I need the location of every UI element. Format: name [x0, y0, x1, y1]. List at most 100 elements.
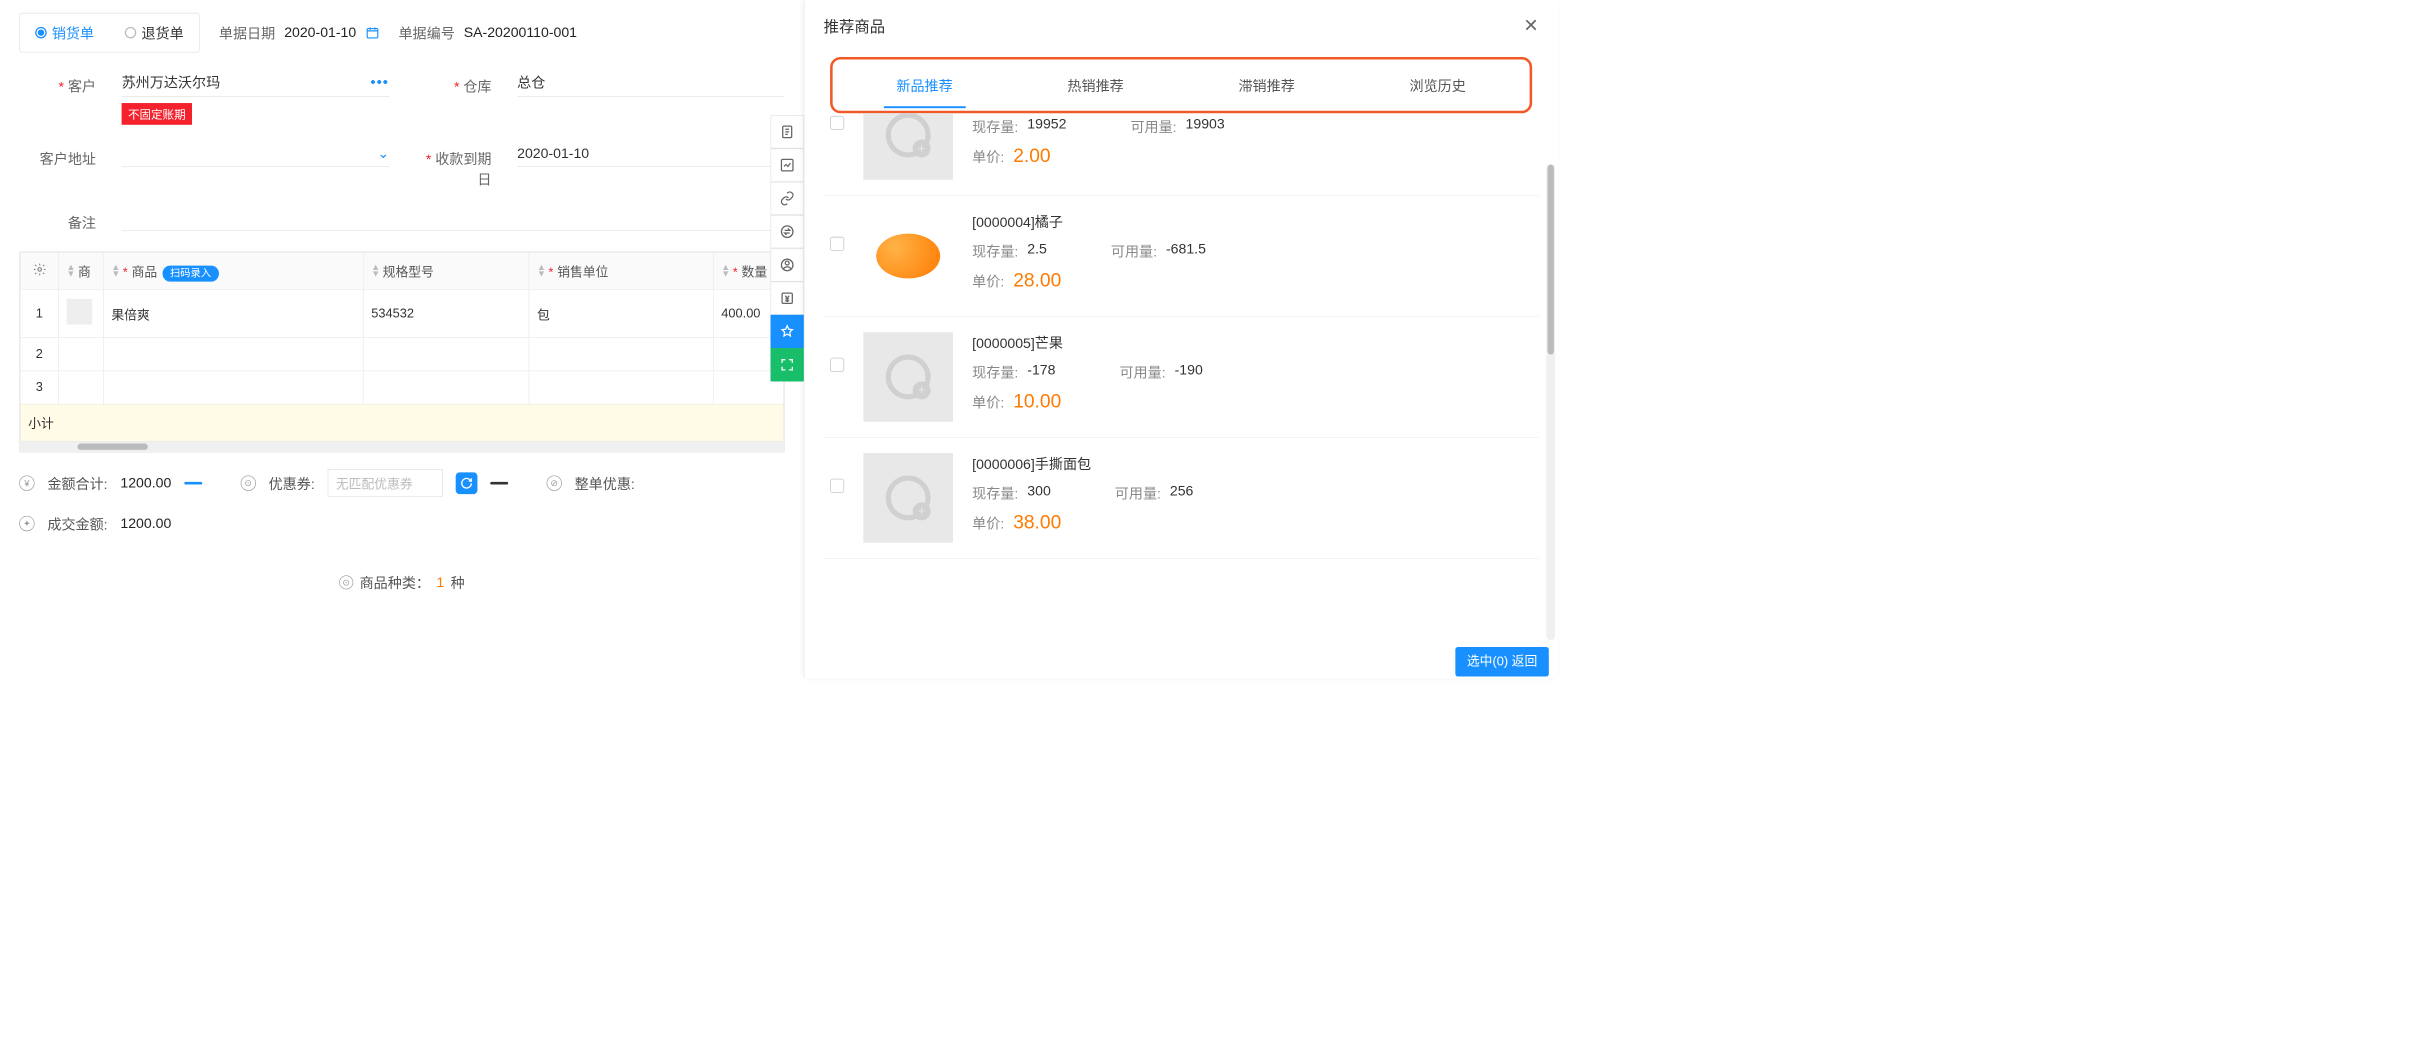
avail-value: 256	[1170, 483, 1194, 503]
side-btn-person[interactable]	[771, 248, 804, 281]
row-product[interactable]	[103, 371, 363, 404]
select-return-button[interactable]: 选中(0) 返回	[1455, 647, 1548, 676]
radio-icon	[125, 27, 137, 39]
recommend-tab[interactable]: 浏览历史	[1384, 63, 1492, 107]
side-btn-expand[interactable]	[771, 348, 804, 381]
row-index: 1	[20, 290, 58, 338]
due-date-field[interactable]: 2020-01-10	[517, 144, 785, 167]
avail-value: 19903	[1186, 116, 1225, 136]
stock-value: -178	[1027, 362, 1055, 382]
customer-label: *客户	[19, 72, 96, 96]
row-unit[interactable]	[529, 338, 713, 371]
recommend-tab[interactable]: 滞销推荐	[1213, 63, 1321, 107]
item-checkbox[interactable]	[830, 116, 844, 130]
recommend-tabs: 新品推荐 热销推荐 滞销推荐 浏览历史	[830, 57, 1532, 113]
calendar-icon[interactable]	[365, 26, 379, 40]
refresh-button[interactable]	[456, 472, 478, 494]
customer-field[interactable]: 苏州万达沃尔玛 •••	[122, 72, 390, 97]
tab-sales-order[interactable]: 销货单	[20, 13, 110, 51]
avail-label: 可用量:	[1119, 362, 1165, 382]
vertical-scrollbar[interactable]	[1546, 164, 1555, 640]
row-spec[interactable]: 534532	[363, 290, 529, 338]
chevron-down-icon[interactable]: ⌄	[377, 145, 389, 162]
final-amount-value: 1200.00	[120, 515, 171, 532]
tab-return-order[interactable]: 退货单	[109, 13, 199, 51]
horizontal-scrollbar[interactable]	[20, 442, 784, 452]
coupon-label: 优惠券:	[269, 473, 315, 493]
price-label: 单价:	[972, 271, 1004, 291]
stock-label: 现存量:	[972, 241, 1018, 261]
col-product[interactable]: ▲▼*商品扫码录入	[103, 252, 363, 289]
label: 单据日期	[219, 22, 275, 42]
item-image	[863, 332, 953, 422]
product-count-footer: ⊙ 商品种类： 1 种	[19, 572, 784, 592]
panel-title: 推荐商品	[824, 14, 885, 36]
side-toolbar	[771, 115, 804, 381]
col-spec[interactable]: ▲▼规格型号	[363, 252, 529, 289]
radio-icon	[35, 27, 47, 39]
avail-label: 可用量:	[1111, 241, 1157, 261]
account-period-badge: 不固定账期	[122, 103, 192, 125]
col-image[interactable]: ▲▼商	[59, 252, 104, 289]
avail-value: -681.5	[1166, 241, 1206, 261]
row-unit[interactable]	[529, 371, 713, 404]
side-btn-star[interactable]	[771, 315, 804, 348]
recommend-item: [0000006]手撕面包现存量:300可用量:256单价:38.00	[824, 438, 1539, 559]
subtotal-row: 小计	[20, 404, 784, 441]
stock-label: 现存量:	[972, 116, 1018, 136]
order-discount-label: 整单优惠:	[575, 473, 635, 493]
deal-icon: ✦	[19, 516, 34, 531]
scan-input-button[interactable]: 扫码录入	[162, 266, 218, 282]
table-row[interactable]: 1果倍爽534532包400.00	[20, 290, 784, 338]
table-row[interactable]: 3	[20, 371, 784, 404]
warehouse-field[interactable]: 总仓	[517, 72, 785, 97]
side-btn-link[interactable]	[771, 182, 804, 215]
table-row[interactable]: 2	[20, 338, 784, 371]
price-label: 单价:	[972, 146, 1004, 166]
recommend-tab[interactable]: 新品推荐	[871, 63, 979, 107]
row-spec[interactable]	[363, 371, 529, 404]
remark-field[interactable]	[122, 208, 785, 231]
col-unit[interactable]: ▲▼*销售单位	[529, 252, 713, 289]
item-checkbox[interactable]	[830, 358, 844, 372]
discount-icon: ⊘	[546, 475, 561, 490]
more-icon[interactable]: •••	[370, 74, 389, 91]
side-btn-currency[interactable]	[771, 282, 804, 315]
address-field[interactable]: ⌄	[122, 144, 390, 167]
recommend-tab[interactable]: 热销推荐	[1042, 63, 1150, 107]
col-settings[interactable]	[20, 252, 58, 289]
side-btn-chart[interactable]	[771, 148, 804, 181]
side-btn-doc[interactable]	[771, 115, 804, 148]
row-product[interactable]	[103, 338, 363, 371]
amount-total-label: 金额合计:	[47, 473, 107, 493]
recommend-item: 250ml现存量:19952可用量:19903单价:2.00	[824, 113, 1539, 196]
price-value: 10.00	[1013, 391, 1061, 413]
row-image	[59, 338, 104, 371]
gear-icon	[32, 262, 46, 276]
tab-label: 退货单	[141, 22, 183, 42]
row-spec[interactable]	[363, 338, 529, 371]
minus-icon	[490, 482, 508, 485]
price-label: 单价:	[972, 392, 1004, 412]
item-checkbox[interactable]	[830, 237, 844, 251]
row-image	[59, 371, 104, 404]
item-image	[863, 211, 953, 301]
item-image	[863, 113, 953, 180]
row-index: 3	[20, 371, 58, 404]
recommend-item: [0000004]橘子现存量:2.5可用量:-681.5单价:28.00	[824, 196, 1539, 317]
side-btn-exchange[interactable]	[771, 215, 804, 248]
row-product[interactable]: 果倍爽	[103, 290, 363, 338]
row-unit[interactable]: 包	[529, 290, 713, 338]
item-name: [0000006]手撕面包	[972, 453, 1532, 473]
stock-label: 现存量:	[972, 483, 1018, 503]
yen-icon: ¥	[19, 475, 34, 490]
coupon-input[interactable]: 无匹配优惠券	[328, 469, 443, 497]
item-checkbox[interactable]	[830, 479, 844, 493]
amount-total-value: 1200.00	[120, 475, 171, 492]
close-icon[interactable]: ✕	[1524, 15, 1539, 36]
row-image	[59, 290, 104, 338]
address-label: 客户地址	[19, 144, 96, 168]
value[interactable]: 2020-01-10	[284, 24, 356, 41]
minus-icon	[184, 482, 202, 485]
price-value: 38.00	[1013, 512, 1061, 534]
